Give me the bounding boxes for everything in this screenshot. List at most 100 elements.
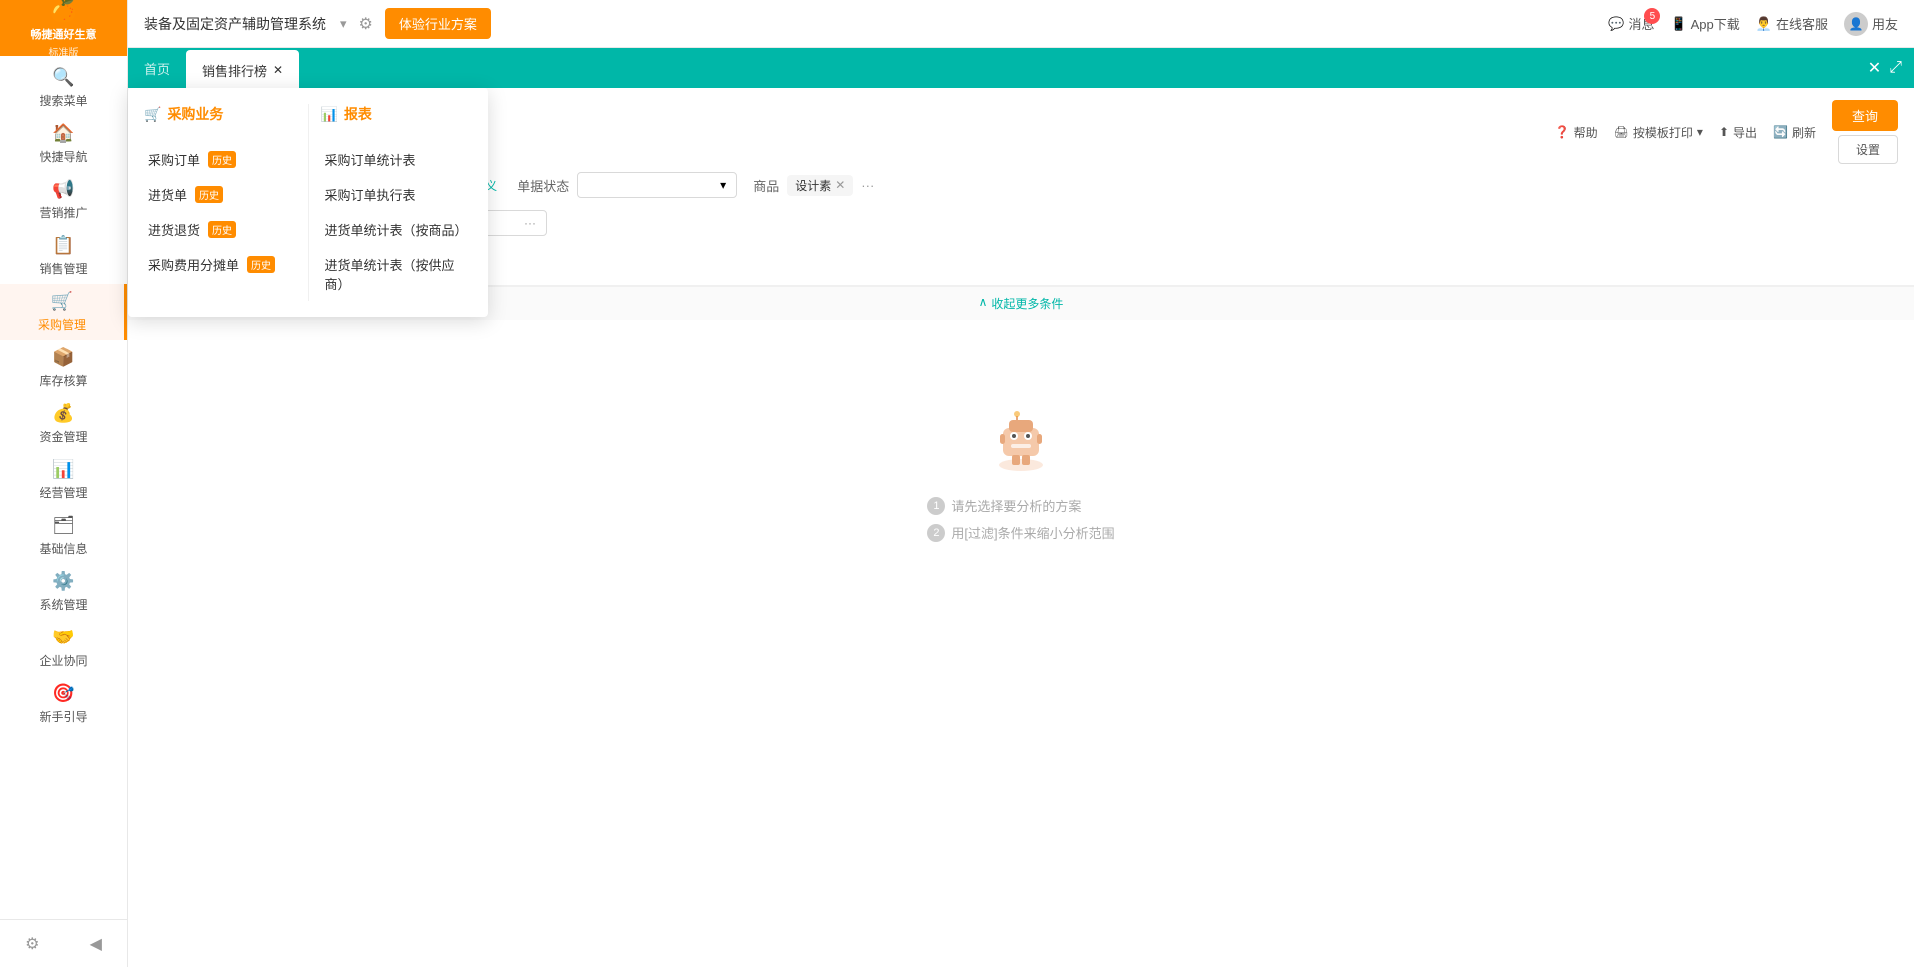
marketing-icon: 📢 [52, 179, 74, 200]
query-button[interactable]: 查询 [1832, 100, 1898, 131]
tab-expand-icon[interactable]: ⤢ [1889, 59, 1902, 77]
app-download-label: App下载 [1691, 14, 1740, 33]
tab-home[interactable]: 首页 [128, 48, 186, 88]
menu-item-purchase-cost[interactable]: 采购费用分摊单 历史 [144, 247, 296, 282]
status-select[interactable]: ▾ [577, 172, 737, 198]
menu-item-goods-stats-supplier[interactable]: 进货单统计表（按供应商） [321, 247, 473, 301]
goods-more-icon[interactable]: ··· [861, 178, 874, 193]
tabbar: 首页 销售排行榜 ✕ ✕ ⤢ [128, 48, 1914, 88]
guide-icon: 🎯 [52, 683, 74, 704]
sidebar-item-label: 库存核算 [39, 372, 87, 389]
sidebar-item-basic[interactable]: 🗂基础信息 [0, 508, 127, 564]
export-button[interactable]: ⬆ 导出 [1719, 124, 1757, 141]
sidebar-item-purchase[interactable]: 🛒 采购管理 [0, 284, 127, 340]
sidebar-item-label: 搜索菜单 [39, 92, 87, 109]
print-button[interactable]: 🖨 按模板打印 ▾ [1614, 124, 1703, 141]
report-section-title: 📊 报表 [321, 104, 473, 130]
search-icon: 🔍 [52, 67, 74, 88]
tip-text-2: 用[过滤]条件来缩小分析范围 [951, 523, 1114, 542]
finance-icon: 💰 [52, 403, 74, 424]
collapse-icon: ∧ [979, 295, 988, 312]
sidebar-item-inventory[interactable]: 📦库存核算 [0, 340, 127, 396]
purchase-order-badge: 历史 [208, 151, 236, 168]
set-button[interactable]: 设置 [1838, 135, 1898, 164]
goods-tag-close[interactable]: ✕ [835, 178, 845, 192]
sidebar-menu: 🔍 搜索菜单 🏠快捷导航 📢营销推广 📋销售管理 🛒 采购管理 📦库存核算 💰 资金管… [0, 56, 127, 919]
tab-sales-rank-label: 销售排行榜 [202, 61, 267, 80]
trial-button[interactable]: 体验行业方案 [385, 8, 491, 39]
tab-sales-rank[interactable]: 销售排行榜 ✕ [186, 50, 299, 90]
topbar-message[interactable]: 💬 5 消息 [1608, 14, 1654, 33]
sidebar-item-sales[interactable]: 📋销售管理 [0, 228, 127, 284]
collapse-sidebar-icon[interactable]: ◀ [90, 934, 102, 954]
user-label: 用友 [1872, 14, 1898, 33]
refresh-icon: 🔄 [1773, 125, 1788, 139]
operations-icon: 📊 [52, 459, 74, 480]
export-label: 导出 [1733, 124, 1757, 141]
tip-num-2: 2 [927, 524, 945, 542]
logo-line2: 标准版 [49, 44, 79, 59]
salesman-more-icon[interactable]: ··· [524, 216, 536, 230]
topbar-online-service[interactable]: 👨‍💼 在线客服 [1756, 14, 1828, 33]
sidebar-item-guide[interactable]: 🎯 新手引导 [0, 676, 127, 732]
purchase-icon: 🛒 [51, 291, 73, 312]
menu-item-po-exec[interactable]: 采购订单执行表 [321, 177, 473, 212]
tab-close-icon[interactable]: ✕ [273, 63, 283, 77]
sidebar-item-search[interactable]: 🔍 搜索菜单 [0, 60, 127, 116]
purchase-section-title: 🛒 采购业务 [144, 104, 296, 130]
tab-home-label: 首页 [144, 59, 170, 78]
goods-label: 商品 [753, 176, 779, 195]
tabbar-actions: ✕ ⤢ [1868, 58, 1914, 78]
tip-num-1: 1 [927, 497, 945, 515]
export-icon: ⬆ [1719, 125, 1729, 139]
report-section-icon: 📊 [321, 106, 338, 123]
menu-item-purchase-order[interactable]: 采购订单 历史 [144, 142, 296, 177]
logo-line1: 畅捷通好生意 [31, 26, 97, 42]
goods-stats-product-label: 进货单统计表（按商品） [325, 220, 468, 239]
empty-tip-2: 2 用[过滤]条件来缩小分析范围 [927, 523, 1114, 542]
goods-return-badge: 历史 [208, 221, 236, 238]
topbar-app-download[interactable]: 📱 App下载 [1670, 14, 1739, 33]
sidebar-item-marketing[interactable]: 📢营销推广 [0, 172, 127, 228]
purchase-section-label: 采购业务 [167, 104, 223, 124]
help-label: 帮助 [1574, 124, 1598, 141]
print-dropdown-icon: ▾ [1697, 125, 1703, 139]
sidebar-item-label: 采购管理 [38, 316, 86, 333]
sidebar-logo: 🍊 畅捷通好生意 标准版 [0, 0, 127, 56]
purchase-cost-label: 采购费用分摊单 [148, 255, 239, 274]
menu-item-po-stats[interactable]: 采购订单统计表 [321, 142, 473, 177]
goods-tag-value: 设计素 [795, 177, 831, 194]
sidebar: 🍊 畅捷通好生意 标准版 🔍 搜索菜单 🏠快捷导航 📢营销推广 📋销售管理 🛒 采购… [0, 0, 128, 967]
topbar: 装备及固定资产辅助管理系统 ▾ ⚙ 体验行业方案 💬 5 消息 📱 App下载 … [128, 0, 1914, 48]
report-section: 📊 报表 采购订单统计表 采购订单执行表 进货单统计表（按商品） 进货单统计表（… [321, 104, 473, 301]
sidebar-item-label: 经营管理 [39, 484, 87, 501]
tab-close-all-icon[interactable]: ✕ [1868, 58, 1881, 78]
sidebar-item-finance[interactable]: 💰 资金管理 [0, 396, 127, 452]
phone-icon: 📱 [1670, 16, 1686, 32]
sidebar-item-label: 资金管理 [39, 428, 87, 445]
print-label: 按模板打印 [1633, 124, 1693, 141]
help-button[interactable]: ❓ 帮助 [1555, 124, 1598, 141]
topbar-dropdown-icon[interactable]: ▾ [340, 16, 347, 32]
sales-icon: 📋 [52, 235, 74, 256]
topbar-title: 装备及固定资产辅助管理系统 [144, 14, 326, 34]
status-filter-group: 单据状态 ▾ [517, 172, 737, 198]
menu-item-goods-receipt[interactable]: 进货单 历史 [144, 177, 296, 212]
sidebar-item-operations[interactable]: 📊 经营管理 [0, 452, 127, 508]
topbar-user[interactable]: 👤 用友 [1844, 12, 1898, 36]
sidebar-item-system[interactable]: ⚙️系统管理 [0, 564, 127, 620]
menu-item-goods-return[interactable]: 进货退货 历史 [144, 212, 296, 247]
topbar-settings-icon[interactable]: ⚙ [359, 14, 373, 34]
message-icon: 💬 [1608, 16, 1624, 32]
refresh-button[interactable]: 🔄 刷新 [1773, 124, 1816, 141]
sidebar-item-quick[interactable]: 🏠快捷导航 [0, 116, 127, 172]
menu-item-goods-stats-product[interactable]: 进货单统计表（按商品） [321, 212, 473, 247]
logo-icon: 🍊 [50, 0, 77, 24]
sidebar-item-enterprise[interactable]: 🤝企业协同 [0, 620, 127, 676]
enterprise-icon: 🤝 [52, 627, 74, 648]
help-icon: ❓ [1555, 125, 1570, 139]
sidebar-item-label: 新手引导 [39, 708, 87, 725]
settings-icon[interactable]: ⚙ [25, 934, 39, 954]
avatar-icon: 👤 [1844, 12, 1868, 36]
empty-illustration [981, 400, 1061, 480]
